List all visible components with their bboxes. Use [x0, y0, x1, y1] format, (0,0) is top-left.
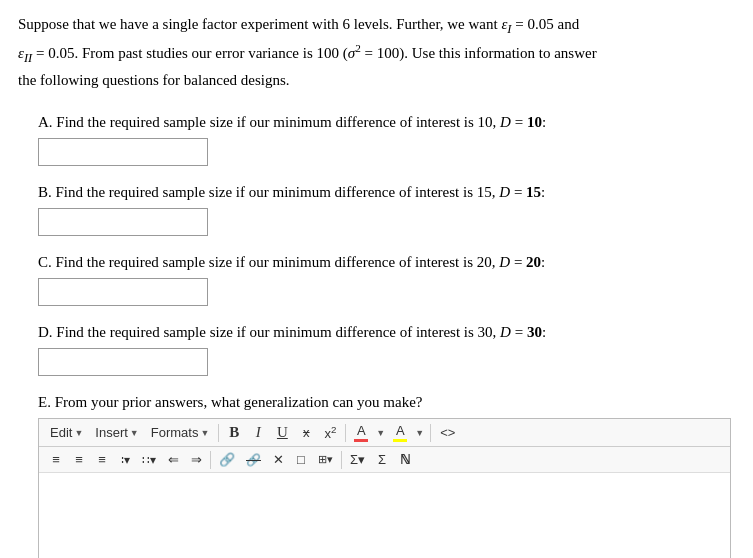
align-center-button[interactable]: ≡ — [68, 450, 90, 469]
intro-paragraph: Suppose that we have a single factor exp… — [18, 12, 735, 92]
font-color-arrow[interactable]: ▼ — [374, 427, 387, 439]
font-color-chevron: ▼ — [376, 428, 385, 438]
answer-input-d[interactable] — [38, 348, 208, 376]
strikethrough-button[interactable]: x — [295, 423, 317, 442]
intro-text-part3: the following questions for balanced des… — [18, 72, 290, 88]
toolbar-divider-5 — [341, 451, 342, 469]
question-label-b: B. Find the required sample size if our … — [38, 180, 735, 204]
menu-formats-arrow: ▼ — [200, 428, 209, 438]
highlight-underline — [393, 439, 407, 442]
source-button[interactable]: <> — [435, 423, 460, 442]
ordered-list-button[interactable]: ∶▾ — [114, 451, 136, 469]
editor-menubar: Edit ▼ Insert ▼ Formats ▼ B I U x x2 A ▼… — [39, 419, 730, 447]
superscript-button[interactable]: x2 — [319, 422, 341, 443]
italic-button[interactable]: I — [247, 422, 269, 443]
image-button[interactable]: ✕ — [267, 450, 289, 469]
intro-text-part1: Suppose that we have a single factor exp… — [18, 16, 579, 32]
align-left-button[interactable]: ≡ — [45, 450, 67, 469]
align-right-button[interactable]: ≡ — [91, 450, 113, 469]
toolbar-divider-1 — [218, 424, 219, 442]
link-button[interactable]: 🔗 — [214, 450, 240, 469]
special-char-2-button[interactable]: Σ — [371, 450, 393, 469]
question-block-a: A. Find the required sample size if our … — [18, 110, 735, 166]
unlink-button[interactable]: 🔗 — [241, 451, 266, 469]
menu-edit-arrow: ▼ — [74, 428, 83, 438]
menu-edit[interactable]: Edit ▼ — [45, 424, 88, 441]
media-button[interactable]: □ — [290, 450, 312, 469]
question-label-a: A. Find the required sample size if our … — [38, 110, 735, 134]
toolbar-divider-2 — [345, 424, 346, 442]
table-button[interactable]: ⊞▾ — [313, 451, 338, 468]
intro-text-part2: εII = 0.05. From past studies our error … — [18, 45, 597, 61]
menu-insert-arrow: ▼ — [130, 428, 139, 438]
font-color-button[interactable]: A — [350, 422, 372, 443]
highlight-chevron: ▼ — [415, 428, 424, 438]
question-e-label: E. From your prior answers, what general… — [18, 390, 735, 414]
menu-insert[interactable]: Insert ▼ — [90, 424, 143, 441]
question-label-c: C. Find the required sample size if our … — [38, 250, 735, 274]
question-block-c: C. Find the required sample size if our … — [18, 250, 735, 306]
toolbar-divider-3 — [430, 424, 431, 442]
outdent-button[interactable]: ⇐ — [162, 450, 184, 469]
special-char-3-button[interactable]: ℕ — [394, 450, 416, 469]
editor-toolbar-2: ≡ ≡ ≡ ∶▾ ∷▾ ⇐ ⇒ 🔗 🔗 ✕ □ ⊞▾ Σ▾ Σ ℕ — [39, 447, 730, 473]
unordered-list-button[interactable]: ∷▾ — [137, 451, 161, 469]
question-block-b: B. Find the required sample size if our … — [18, 180, 735, 236]
question-block-d: D. Find the required sample size if our … — [18, 320, 735, 376]
bold-button[interactable]: B — [223, 422, 245, 443]
highlight-button[interactable]: A — [389, 422, 411, 443]
underline-button[interactable]: U — [271, 422, 293, 443]
editor-body[interactable] — [39, 473, 730, 558]
indent-button[interactable]: ⇒ — [185, 450, 207, 469]
answer-input-b[interactable] — [38, 208, 208, 236]
special-char-1-button[interactable]: Σ▾ — [345, 450, 370, 469]
toolbar-divider-4 — [210, 451, 211, 469]
highlight-arrow[interactable]: ▼ — [413, 427, 426, 439]
answer-input-a[interactable] — [38, 138, 208, 166]
menu-formats[interactable]: Formats ▼ — [146, 424, 215, 441]
question-label-d: D. Find the required sample size if our … — [38, 320, 735, 344]
font-color-underline — [354, 439, 368, 442]
answer-input-c[interactable] — [38, 278, 208, 306]
editor-container: Edit ▼ Insert ▼ Formats ▼ B I U x x2 A ▼… — [38, 418, 731, 558]
